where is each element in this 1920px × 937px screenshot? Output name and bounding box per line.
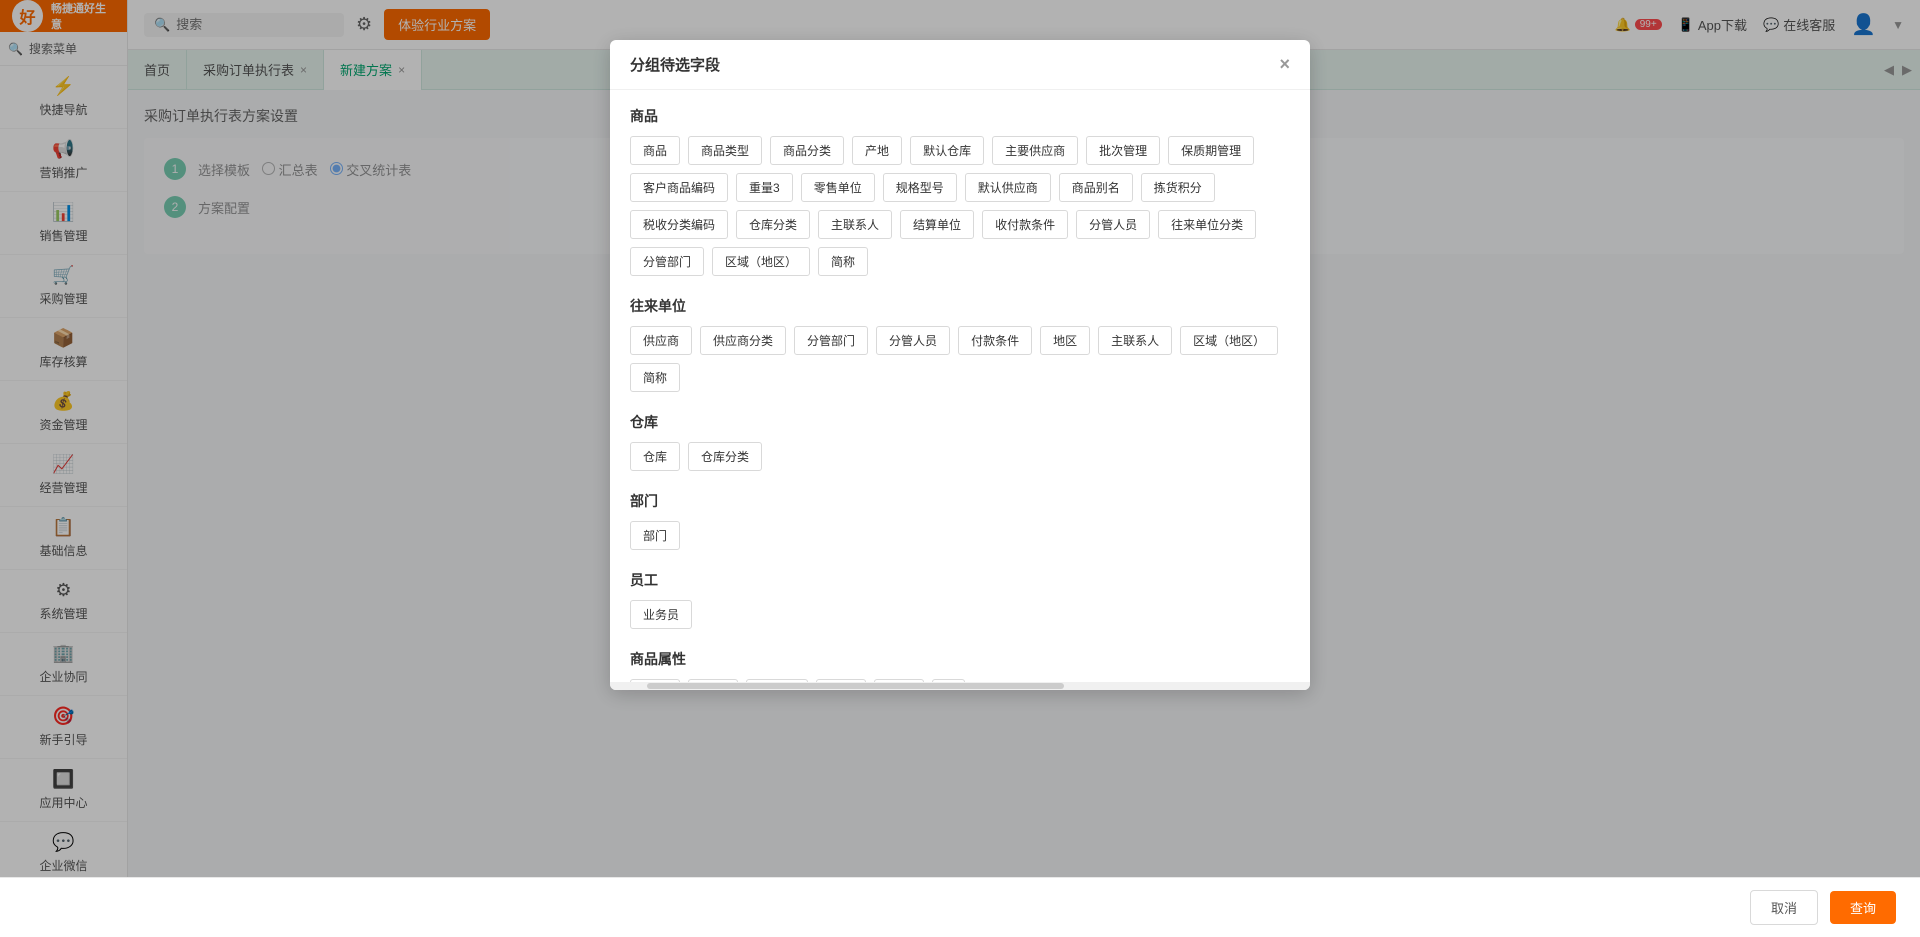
field-supervisor[interactable]: 分管人员 [1076,210,1150,239]
section-warehouse: 仓库 仓库 仓库分类 [630,412,1290,471]
field-main-contact[interactable]: 主联系人 [818,210,892,239]
section-partner-fields: 供应商 供应商分类 分管部门 分管人员 付款条件 地区 主联系人 区域（地区） … [630,326,1290,392]
section-warehouse-fields: 仓库 仓库分类 [630,442,1290,471]
section-product-attr: 商品属性 属性 颜色 多规格 尺码 鞋码 1 [630,649,1290,682]
field-product-category[interactable]: 商品分类 [770,136,844,165]
field-origin[interactable]: 产地 [852,136,902,165]
field-wh[interactable]: 仓库 [630,442,680,471]
field-short-name[interactable]: 简称 [818,247,868,276]
field-short-name2[interactable]: 简称 [630,363,680,392]
modal-horizontal-scrollbar[interactable] [610,682,1310,690]
modal-footer: 取消 查询 [0,877,1920,937]
modal-close-button[interactable]: × [1279,54,1290,75]
section-product-attr-title: 商品属性 [630,649,1290,669]
confirm-button[interactable]: 查询 [1830,891,1896,924]
field-wh-category[interactable]: 仓库分类 [688,442,762,471]
field-select-modal: 分组待选字段 × 商品 商品 商品类型 商品分类 产地 默认仓库 主要供应商 批… [610,40,1310,690]
modal-body[interactable]: 商品 商品 商品类型 商品分类 产地 默认仓库 主要供应商 批次管理 保质期管理… [610,90,1310,682]
modal-overlay: 分组待选字段 × 商品 商品 商品类型 商品分类 产地 默认仓库 主要供应商 批… [0,0,1920,937]
field-default-warehouse[interactable]: 默认仓库 [910,136,984,165]
section-warehouse-title: 仓库 [630,412,1290,432]
field-main-contact2[interactable]: 主联系人 [1098,326,1172,355]
field-payment-terms[interactable]: 收付款条件 [982,210,1068,239]
field-settlement-unit[interactable]: 结算单位 [900,210,974,239]
field-supervisor2[interactable]: 分管人员 [876,326,950,355]
field-main-supplier[interactable]: 主要供应商 [992,136,1078,165]
field-tax-code[interactable]: 税收分类编码 [630,210,728,239]
section-employee-title: 员工 [630,570,1290,590]
scrollbar-thumb [647,683,1065,689]
field-product[interactable]: 商品 [630,136,680,165]
modal-header: 分组待选字段 × [610,40,1310,90]
field-spec-model[interactable]: 规格型号 [883,173,957,202]
field-supplier[interactable]: 供应商 [630,326,692,355]
field-supplier-category[interactable]: 供应商分类 [700,326,786,355]
section-product-title: 商品 [630,106,1290,126]
section-dept: 部门 部门 [630,491,1290,550]
section-partner-title: 往来单位 [630,296,1290,316]
field-partner-category[interactable]: 往来单位分类 [1158,210,1256,239]
field-product-alias[interactable]: 商品别名 [1059,173,1133,202]
field-weight3[interactable]: 重量3 [736,173,793,202]
section-product-fields: 商品 商品类型 商品分类 产地 默认仓库 主要供应商 批次管理 保质期管理 客户… [630,136,1290,276]
field-pick-score[interactable]: 拣货积分 [1141,173,1215,202]
field-region[interactable]: 区域（地区） [712,247,810,276]
cancel-button[interactable]: 取消 [1750,890,1818,925]
field-salesperson[interactable]: 业务员 [630,600,692,629]
section-product: 商品 商品 商品类型 商品分类 产地 默认仓库 主要供应商 批次管理 保质期管理… [630,106,1290,276]
section-dept-title: 部门 [630,491,1290,511]
field-batch-mgmt[interactable]: 批次管理 [1086,136,1160,165]
field-warehouse-category[interactable]: 仓库分类 [736,210,810,239]
field-product-type[interactable]: 商品类型 [688,136,762,165]
field-expiry-mgmt[interactable]: 保质期管理 [1168,136,1254,165]
section-employee: 员工 业务员 [630,570,1290,629]
section-employee-fields: 业务员 [630,600,1290,629]
section-dept-fields: 部门 [630,521,1290,550]
field-dept[interactable]: 分管部门 [630,247,704,276]
field-dept2[interactable]: 分管部门 [794,326,868,355]
field-region2[interactable]: 区域（地区） [1180,326,1278,355]
section-partner: 往来单位 供应商 供应商分类 分管部门 分管人员 付款条件 地区 主联系人 区域… [630,296,1290,392]
field-default-supplier[interactable]: 默认供应商 [965,173,1051,202]
field-department[interactable]: 部门 [630,521,680,550]
field-retail-unit[interactable]: 零售单位 [801,173,875,202]
field-customer-code[interactable]: 客户商品编码 [630,173,728,202]
modal-title: 分组待选字段 [630,54,720,75]
field-payment-terms2[interactable]: 付款条件 [958,326,1032,355]
field-area[interactable]: 地区 [1040,326,1090,355]
